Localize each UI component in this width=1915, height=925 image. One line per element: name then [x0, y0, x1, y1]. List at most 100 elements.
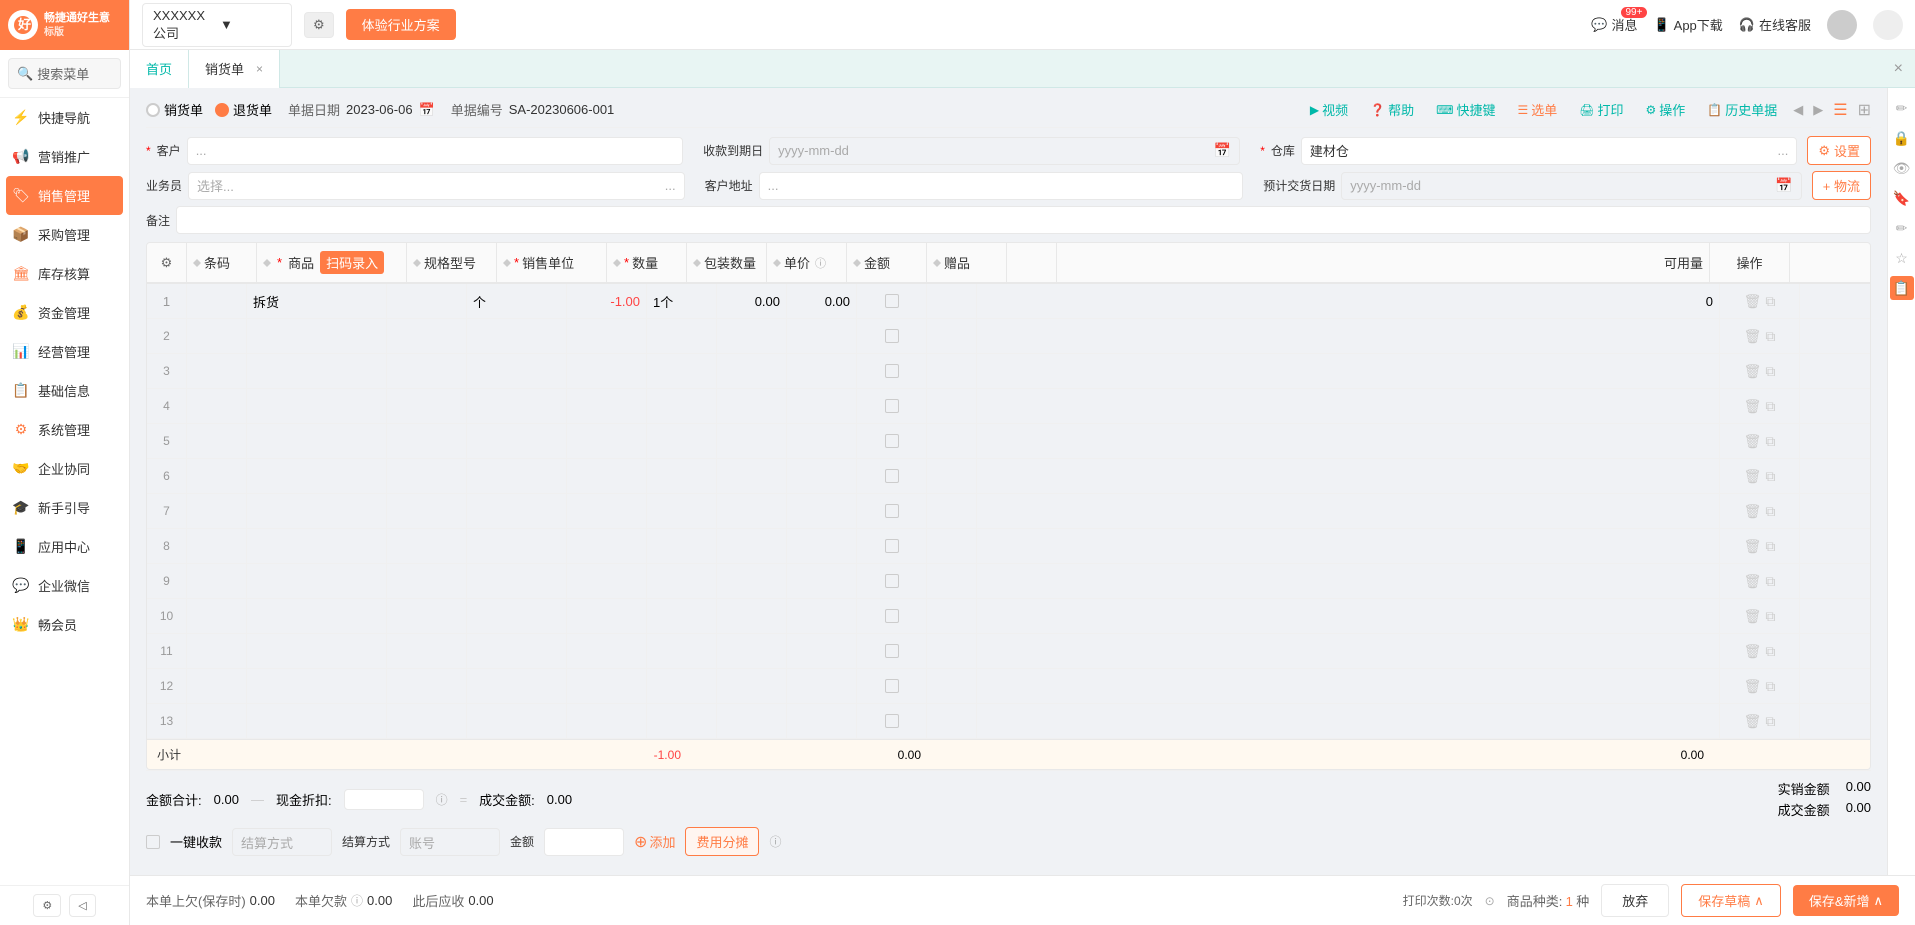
gift-checkbox[interactable] — [885, 679, 899, 693]
close-window-icon[interactable]: × — [1894, 60, 1903, 78]
user-avatar[interactable] — [1827, 10, 1857, 40]
delete-btn[interactable]: 🗑 — [1744, 538, 1762, 555]
copy-btn[interactable]: ⧉ — [1765, 503, 1775, 520]
sidebar-collapse-btn[interactable]: ◁ — [69, 894, 95, 917]
gift-checkbox[interactable] — [885, 644, 899, 658]
gift-checkbox[interactable] — [885, 399, 899, 413]
copy-btn[interactable]: ⧉ — [1765, 363, 1775, 380]
gift-checkbox[interactable] — [885, 434, 899, 448]
expected-delivery-input[interactable]: yyyy-mm-dd 📅 — [1341, 172, 1802, 200]
sidebar-item-sales[interactable]: 🏷 销售管理 — [6, 176, 123, 215]
help-btn[interactable]: ❓ 帮助 — [1364, 98, 1420, 121]
sidebar-item-appstore[interactable]: 📱 应用中心 — [0, 527, 129, 566]
rt-eye-btn[interactable]: 👁 — [1890, 156, 1914, 180]
one-click-payment-checkbox[interactable] — [146, 835, 160, 849]
save-new-dropdown-icon[interactable]: ∧ — [1873, 893, 1883, 909]
radio-return-order[interactable]: 退货单 — [215, 100, 272, 119]
filter-btn[interactable]: ☰ 选单 — [1511, 98, 1563, 121]
row-qty-1[interactable]: -1.00 — [567, 284, 647, 318]
expense-help-icon[interactable]: ⓘ — [769, 833, 781, 850]
shortcut-btn[interactable]: ⌨ 快捷键 — [1430, 98, 1501, 121]
gift-checkbox-1[interactable] — [885, 294, 899, 308]
tab-home[interactable]: 首页 — [130, 50, 189, 88]
help-circle-icon[interactable]: ⓘ — [436, 791, 448, 808]
sidebar-item-guide[interactable]: 🎓 新手引导 — [0, 488, 129, 527]
sidebar-item-quick-nav[interactable]: ⚡ 快捷导航 — [0, 98, 129, 137]
gift-checkbox[interactable] — [885, 714, 899, 728]
row-unit-price-1[interactable]: 0.00 — [717, 284, 787, 318]
trial-button[interactable]: 体验行业方案 — [346, 9, 456, 40]
gift-checkbox[interactable] — [885, 539, 899, 553]
row-gift-1[interactable] — [857, 284, 927, 318]
row-amount-1[interactable]: 0.00 — [787, 284, 857, 318]
delete-btn[interactable]: 🗑 — [1744, 363, 1762, 380]
copy-btn[interactable]: ⧉ — [1765, 328, 1775, 345]
sidebar-settings-btn[interactable]: ⚙ — [33, 894, 61, 917]
next-record-icon[interactable]: ▶ — [1813, 102, 1823, 118]
sidebar-item-finance[interactable]: 💰 资金管理 — [0, 293, 129, 332]
message-btn[interactable]: 💬 消息 99+ — [1591, 15, 1637, 34]
user-settings-avatar[interactable] — [1873, 10, 1903, 40]
delete-btn[interactable]: 🗑 — [1744, 503, 1762, 520]
add-payment-btn[interactable]: ⊕ 添加 — [634, 832, 675, 852]
sidebar-item-member[interactable]: 👑 畅会员 — [0, 605, 129, 644]
remark-input[interactable] — [176, 206, 1871, 234]
copy-btn[interactable]: ⧉ — [1765, 468, 1775, 485]
row-product-1[interactable]: 拆货 — [247, 284, 387, 318]
expense-split-btn[interactable]: 费用分摊 — [685, 827, 759, 856]
payment-method-input[interactable]: 结算方式 — [232, 828, 332, 856]
gift-checkbox[interactable] — [885, 364, 899, 378]
copy-btn[interactable]: ⧉ — [1765, 643, 1775, 660]
app-download-btn[interactable]: 📱 App下载 — [1653, 15, 1722, 34]
sidebar-item-system[interactable]: ⚙ 系统管理 — [0, 410, 129, 449]
scan-input-btn[interactable]: 扫码录入 — [320, 251, 384, 274]
copy-btn-1[interactable]: ⧉ — [1765, 293, 1775, 310]
copy-btn[interactable]: ⧉ — [1765, 678, 1775, 695]
delete-btn[interactable]: 🗑 — [1744, 608, 1762, 625]
delete-btn-1[interactable]: 🗑 — [1744, 293, 1762, 310]
sidebar-item-marketing[interactable]: 📢 营销推广 — [0, 137, 129, 176]
warehouse-input[interactable]: 建材仓 ... — [1301, 137, 1797, 165]
cash-discount-input[interactable] — [344, 789, 424, 810]
search-menu-button[interactable]: 🔍搜索菜单 — [8, 58, 121, 89]
delete-btn[interactable]: 🗑 — [1744, 468, 1762, 485]
rt-lock-btn[interactable]: 🔒 — [1890, 126, 1914, 150]
rt-bookmark-btn[interactable]: 🔖 — [1890, 186, 1914, 210]
rt-star-btn[interactable]: ☆ — [1890, 246, 1914, 270]
gift-checkbox[interactable] — [885, 574, 899, 588]
sidebar-item-purchase[interactable]: 📦 采购管理 — [0, 215, 129, 254]
gift-checkbox[interactable] — [885, 609, 899, 623]
copy-btn[interactable]: ⧉ — [1765, 573, 1775, 590]
grid-view-icon[interactable]: ⊞ — [1858, 100, 1871, 120]
debit-help-icon[interactable]: ⓘ — [351, 892, 363, 909]
delete-btn[interactable]: 🗑 — [1744, 328, 1762, 345]
online-service-btn[interactable]: 🎧 在线客服 — [1739, 15, 1811, 34]
video-btn[interactable]: ▶ 视频 — [1304, 98, 1354, 121]
company-selector[interactable]: XXXXXX公司 ▼ — [142, 3, 292, 47]
copy-btn[interactable]: ⧉ — [1765, 433, 1775, 450]
radio-sale-order[interactable]: 销货单 — [146, 100, 203, 119]
delete-btn[interactable]: 🗑 — [1744, 678, 1762, 695]
sidebar-item-operations[interactable]: 📊 经营管理 — [0, 332, 129, 371]
salesperson-input[interactable]: 选择... ... — [188, 172, 685, 200]
payment-due-input[interactable]: yyyy-mm-dd 📅 — [769, 137, 1240, 165]
gift-checkbox[interactable] — [885, 504, 899, 518]
payment-amount-input[interactable] — [544, 828, 624, 856]
copy-btn[interactable]: ⧉ — [1765, 398, 1775, 415]
prev-record-icon[interactable]: ◀ — [1793, 102, 1803, 118]
delete-btn[interactable]: 🗑 — [1744, 643, 1762, 660]
th-settings[interactable]: ⚙ — [147, 243, 187, 282]
copy-btn[interactable]: ⧉ — [1765, 713, 1775, 730]
print-btn[interactable]: 🖨 打印 — [1573, 98, 1629, 121]
rt-pencil-btn[interactable]: ✏ — [1890, 216, 1914, 240]
logistics-btn[interactable]: + 物流 — [1812, 171, 1871, 200]
operation-btn[interactable]: ⚙ 操作 — [1640, 98, 1692, 121]
customer-address-input[interactable]: ... — [759, 172, 1244, 200]
rt-edit-btn[interactable]: ✏ — [1890, 96, 1914, 120]
unit-price-info-icon[interactable]: ⓘ — [815, 255, 826, 271]
row-unit-1[interactable]: 个 — [467, 284, 567, 318]
delete-btn[interactable]: 🗑 — [1744, 713, 1762, 730]
row-spec-1[interactable] — [387, 284, 467, 318]
settings-action-btn[interactable]: ⚙ 设置 — [1807, 136, 1871, 165]
topbar-settings-btn[interactable]: ⚙ — [304, 12, 334, 38]
